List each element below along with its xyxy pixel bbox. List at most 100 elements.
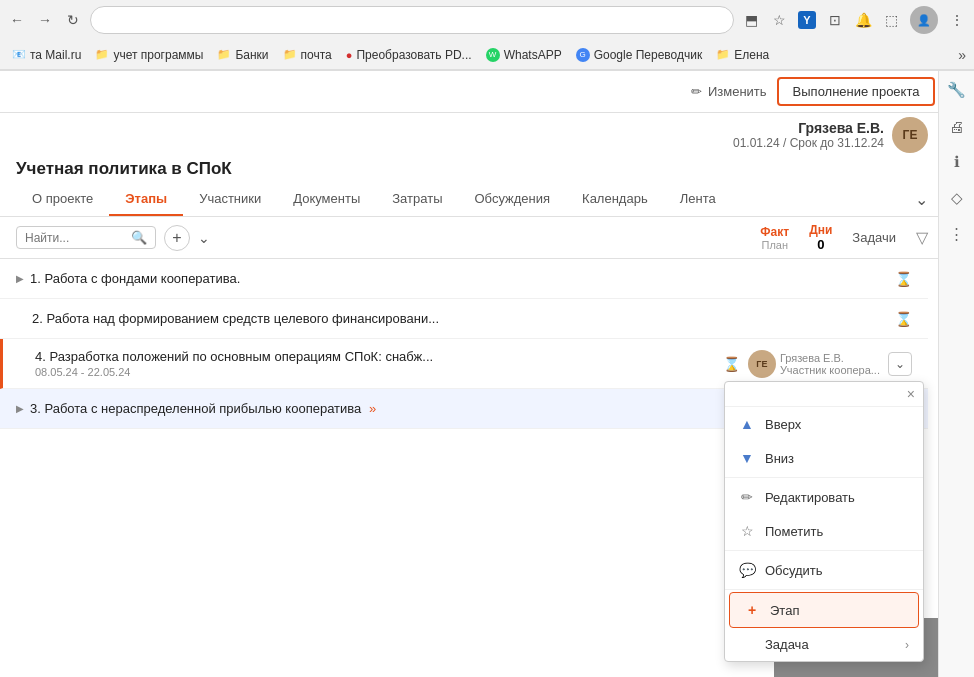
toolbar: 🔍 + ⌄ Факт План Дни 0 Задачи ▽ bbox=[0, 217, 974, 259]
tasks-column: Задачи bbox=[852, 230, 896, 245]
plan-label: План bbox=[761, 239, 788, 251]
bookmark-uchet[interactable]: 📁 учет программы bbox=[91, 46, 207, 64]
tab-stages[interactable]: Этапы bbox=[109, 183, 183, 216]
fact-label: Факт bbox=[760, 225, 789, 239]
tab-participants[interactable]: Участники bbox=[183, 183, 277, 216]
bookmark-uchet-label: учет программы bbox=[113, 48, 203, 62]
tabs-more-button[interactable]: ⌄ bbox=[915, 190, 928, 209]
stage-name: 1. Работа с фондами кооператива. bbox=[30, 271, 240, 286]
tab-costs[interactable]: Затраты bbox=[376, 183, 458, 216]
menu-mark-label: Пометить bbox=[765, 524, 823, 539]
tab-documents[interactable]: Документы bbox=[277, 183, 376, 216]
bookmark-whatsapp[interactable]: W WhatsAPP bbox=[482, 46, 566, 64]
sidebar-print-icon[interactable]: 🖨 bbox=[946, 115, 968, 137]
bookmark-pdf-label: Преобразовать PD... bbox=[356, 48, 471, 62]
filter-icon[interactable]: ▽ bbox=[916, 228, 928, 247]
forward-icon[interactable]: → bbox=[36, 11, 54, 29]
bookmark-pochta-label: почта bbox=[301, 48, 332, 62]
bookmark-pdf[interactable]: ● Преобразовать PD... bbox=[342, 46, 476, 64]
bookmark-banki[interactable]: 📁 Банки bbox=[213, 46, 272, 64]
menu-divider2 bbox=[725, 550, 923, 551]
star-icon[interactable]: ☆ bbox=[770, 11, 788, 29]
stage-right: ⌛ bbox=[895, 271, 912, 287]
bookmark-google-translate[interactable]: G Google Переводчик bbox=[572, 46, 707, 64]
down-arrow-icon: ▼ bbox=[739, 450, 755, 466]
menu-stage-label: Этап bbox=[770, 603, 799, 618]
stage-name: 2. Работа над формированием средств целе… bbox=[32, 311, 439, 326]
user-avatar: ГЕ bbox=[892, 117, 928, 153]
expand-icon[interactable]: ▶ bbox=[16, 403, 24, 414]
share-icon[interactable]: ⬒ bbox=[742, 11, 760, 29]
bookmark-mailru[interactable]: 📧 та Mail.ru bbox=[8, 46, 85, 64]
tab-feed[interactable]: Лента bbox=[664, 183, 732, 216]
stage-right: ⌛ ГЕ Грязева Е.В. Участник коопера... ⌄ bbox=[723, 350, 912, 378]
context-menu-close-button[interactable]: × bbox=[907, 386, 915, 402]
expand-icon[interactable]: ▶ bbox=[16, 273, 24, 284]
mailru-icon: 📧 bbox=[12, 48, 26, 61]
discuss-icon: 💬 bbox=[739, 562, 755, 578]
extension-icon[interactable]: ⊡ bbox=[826, 11, 844, 29]
top-action-bar: ✏ Изменить Выполнение проекта × bbox=[0, 71, 974, 113]
user-date: 01.01.24 / Срок до 31.12.24 bbox=[733, 136, 884, 150]
edit-button[interactable]: ✏ Изменить bbox=[691, 84, 767, 99]
tab-about[interactable]: О проекте bbox=[16, 183, 109, 216]
bookmark-pochta[interactable]: 📁 почта bbox=[279, 46, 336, 64]
menu-item-task[interactable]: Задача › bbox=[725, 628, 923, 661]
bookmark-elena-label: Елена bbox=[734, 48, 769, 62]
tab-calendar[interactable]: Календарь bbox=[566, 183, 664, 216]
add-button[interactable]: + bbox=[164, 225, 190, 251]
bookmark-google-label: Google Переводчик bbox=[594, 48, 703, 62]
browser-topbar: ← → ↻ ⬒ ☆ Y ⊡ 🔔 ⬚ 👤 ⋮ bbox=[0, 0, 974, 40]
toolbar-right: Факт План Дни 0 Задачи ▽ bbox=[760, 223, 928, 252]
row-chevron-button[interactable]: ⌄ bbox=[888, 352, 912, 376]
submenu-arrow-icon: › bbox=[905, 638, 909, 652]
hourglass-icon: ⌛ bbox=[895, 271, 912, 287]
stage-user-info: ГЕ Грязева Е.В. Участник коопера... bbox=[748, 350, 880, 378]
tab-discussions[interactable]: Обсуждения bbox=[459, 183, 567, 216]
folder2-icon: 📁 bbox=[217, 48, 231, 61]
project-title: Учетная политика в СПоК bbox=[16, 159, 928, 179]
app-container: 🔧 🖨 ℹ ◇ ⋮ ✏ Изменить Выполнение проекта … bbox=[0, 71, 974, 677]
menu-item-mark[interactable]: ☆ Пометить bbox=[725, 514, 923, 548]
stage-info: 4. Разработка положений по основным опер… bbox=[35, 349, 433, 378]
browser-chrome: ← → ↻ ⬒ ☆ Y ⊡ 🔔 ⬚ 👤 ⋮ 📧 та Mail.ru 📁 уче… bbox=[0, 0, 974, 71]
dropdown-button[interactable]: ⌄ bbox=[198, 230, 210, 246]
execute-project-button[interactable]: Выполнение проекта bbox=[777, 77, 936, 106]
sidebar-settings-icon[interactable]: 🔧 bbox=[946, 79, 968, 101]
profile-icon[interactable]: Y bbox=[798, 11, 816, 29]
address-bar[interactable] bbox=[90, 6, 734, 34]
menu-item-discuss[interactable]: 💬 Обсудить bbox=[725, 553, 923, 587]
menu-item-down[interactable]: ▼ Вниз bbox=[725, 441, 923, 475]
hourglass-icon: ⌛ bbox=[895, 311, 912, 327]
user-text: Грязева Е.В. 01.01.24 / Срок до 31.12.24 bbox=[733, 120, 884, 150]
add-stage-icon: + bbox=[744, 602, 760, 618]
bookmarks-more-button[interactable]: » bbox=[958, 47, 966, 63]
hourglass-icon: ⌛ bbox=[723, 356, 740, 372]
menu-icon[interactable]: ⋮ bbox=[948, 11, 966, 29]
extension2-icon[interactable]: ⬚ bbox=[882, 11, 900, 29]
tasks-label: Задачи bbox=[852, 230, 896, 245]
menu-item-up[interactable]: ▲ Вверх bbox=[725, 407, 923, 441]
folder-icon: 📁 bbox=[95, 48, 109, 61]
up-arrow-icon: ▲ bbox=[739, 416, 755, 432]
edit-label: Изменить bbox=[708, 84, 767, 99]
menu-item-stage[interactable]: + Этап bbox=[729, 592, 919, 628]
sidebar-more-icon[interactable]: ⋮ bbox=[946, 223, 968, 245]
menu-task-label: Задача bbox=[765, 637, 809, 652]
sidebar-diamond-icon[interactable]: ◇ bbox=[946, 187, 968, 209]
bookmark-elena[interactable]: 📁 Елена bbox=[712, 46, 773, 64]
bookmark-whatsapp-label: WhatsAPP bbox=[504, 48, 562, 62]
sidebar-info-icon[interactable]: ℹ bbox=[946, 151, 968, 173]
notification-icon[interactable]: 🔔 bbox=[854, 11, 872, 29]
menu-discuss-label: Обсудить bbox=[765, 563, 823, 578]
search-input[interactable] bbox=[25, 231, 125, 245]
days-column: Факт План bbox=[760, 225, 789, 251]
days-col-label: Дни bbox=[809, 223, 832, 237]
user-profile-icon[interactable]: 👤 bbox=[910, 6, 938, 34]
menu-divider bbox=[725, 477, 923, 478]
menu-item-edit[interactable]: ✏ Редактировать bbox=[725, 480, 923, 514]
menu-down-label: Вниз bbox=[765, 451, 794, 466]
back-icon[interactable]: ← bbox=[8, 11, 26, 29]
reload-icon[interactable]: ↻ bbox=[64, 11, 82, 29]
search-box[interactable]: 🔍 bbox=[16, 226, 156, 249]
